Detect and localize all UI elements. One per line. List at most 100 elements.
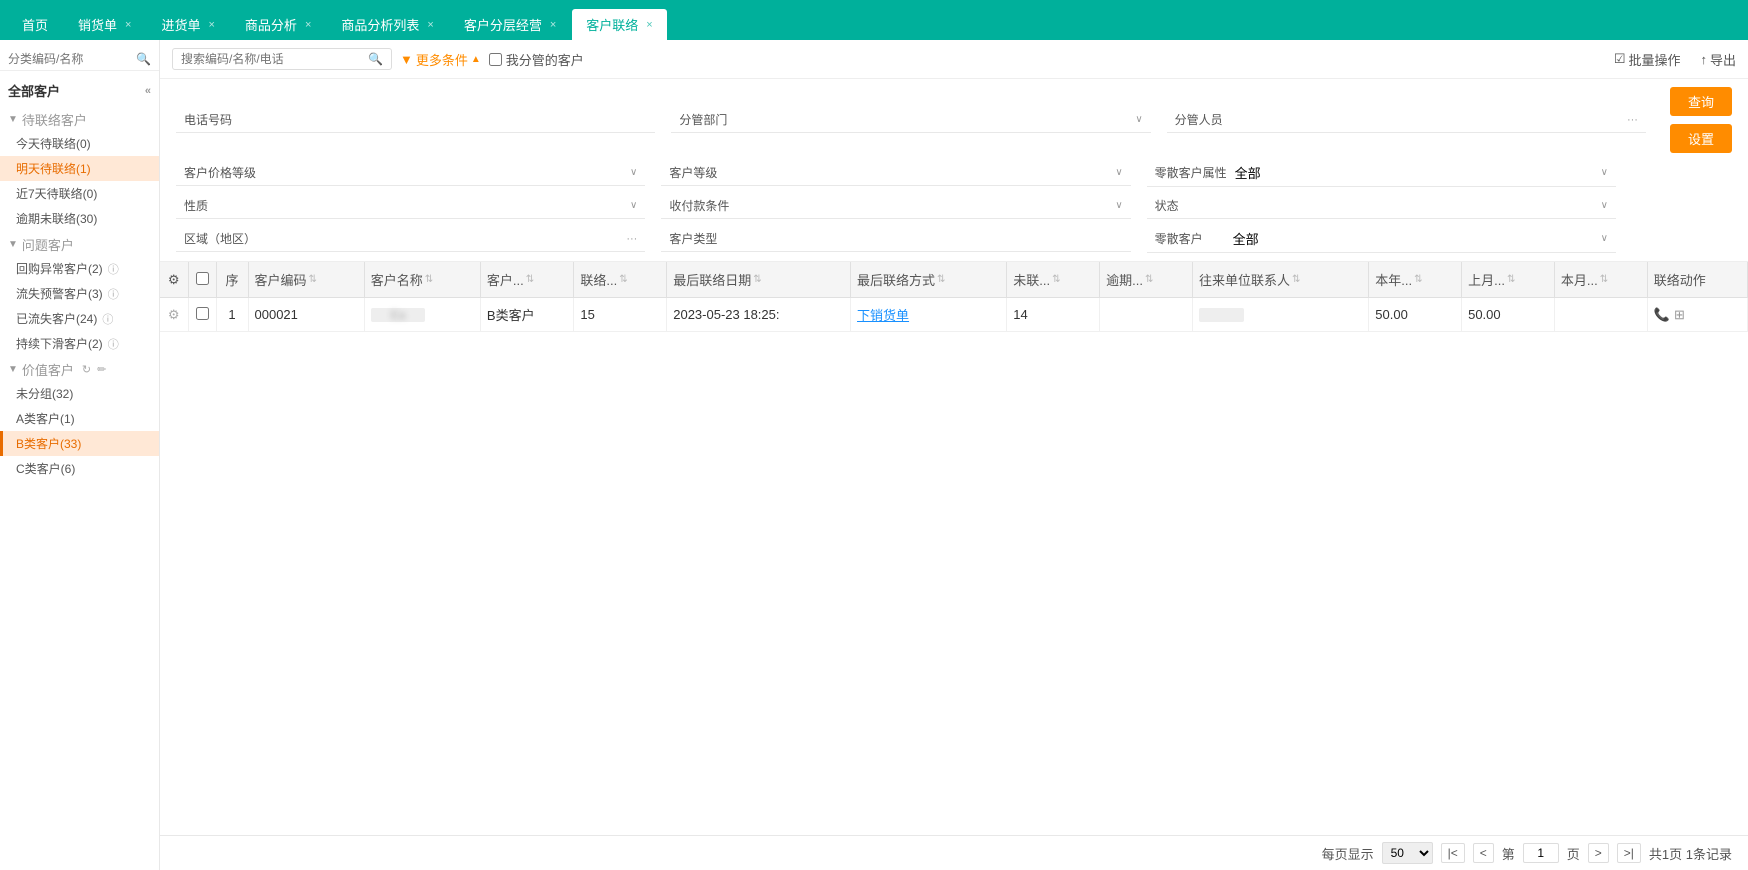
row-gear-0[interactable]: ⚙	[160, 298, 188, 332]
per-page-select[interactable]: 50 100	[1382, 842, 1433, 864]
set-button[interactable]: 设置	[1670, 124, 1732, 153]
sidebar-item-1-3[interactable]: 持续下滑客户(2) ⓘ	[0, 331, 159, 356]
th-last-month[interactable]: 上月...⇅	[1462, 262, 1555, 298]
row-checkbox-0[interactable]	[196, 307, 209, 320]
th-type[interactable]: 客户...⇅	[480, 262, 574, 298]
th-no-label: 序	[225, 273, 238, 288]
customer-type-wrap[interactable]	[747, 232, 1122, 246]
last-method-link-0[interactable]: 下销货单	[857, 308, 909, 323]
status-input[interactable]	[1233, 199, 1597, 213]
status-wrap[interactable]: ∨	[1233, 199, 1608, 213]
nav-item-进货单[interactable]: 进货单×	[147, 9, 228, 40]
th-this-month[interactable]: 本月...⇅	[1554, 262, 1647, 298]
sidebar-item-1-0[interactable]: 回购异常客户(2) ⓘ	[0, 256, 159, 281]
sidebar-search-input[interactable]	[8, 52, 136, 66]
phone-action-icon-0[interactable]: 📞	[1654, 307, 1670, 323]
nature-input[interactable]	[262, 199, 626, 213]
nav-item-首页[interactable]: 首页	[8, 9, 62, 40]
sidebar-item-1-2[interactable]: 已流失客户(24) ⓘ	[0, 306, 159, 331]
payment-input[interactable]	[747, 199, 1111, 213]
sidebar-search-wrap[interactable]: 🔍	[0, 48, 159, 71]
sidebar-item-1-1[interactable]: 流失预警客户(3) ⓘ	[0, 281, 159, 306]
sidebar-item-2-3[interactable]: C类客户(6)	[0, 456, 159, 481]
sidebar-item-0-3[interactable]: 逾期未联络(30)	[0, 206, 159, 231]
sidebar-search-icon[interactable]: 🔍	[136, 52, 151, 66]
query-button[interactable]: 查询	[1670, 87, 1732, 116]
customer-level-input[interactable]	[747, 166, 1111, 180]
close-tab-icon[interactable]: ×	[550, 19, 556, 31]
close-tab-icon[interactable]: ×	[305, 19, 311, 31]
select-all-checkbox[interactable]	[196, 272, 209, 285]
th-gear[interactable]: ⚙	[160, 262, 188, 298]
sidebar-group-label-2[interactable]: ▼价值客户↻✏	[0, 356, 159, 381]
export-button[interactable]: ↑ 导出	[1700, 50, 1736, 69]
th-last-contact-method[interactable]: 最后联络方式⇅	[851, 262, 1007, 298]
retail-customer-wrap[interactable]: 全部 ∨	[1233, 229, 1608, 248]
th-contact[interactable]: 联络...⇅	[574, 262, 667, 298]
row-last-method-0[interactable]: 下销货单	[851, 298, 1007, 332]
last-page-button[interactable]: >|	[1617, 843, 1641, 863]
nav-item-商品分析列表[interactable]: 商品分析列表×	[327, 9, 447, 40]
th-overdue[interactable]: 逾期...⇅	[1100, 262, 1193, 298]
customer-type-input[interactable]	[747, 232, 1122, 246]
refresh-icon[interactable]: ↻	[82, 363, 91, 376]
manager-more[interactable]: ···	[1627, 114, 1638, 126]
nav-item-客户分层经营[interactable]: 客户分层经营×	[450, 9, 570, 40]
close-tab-icon[interactable]: ×	[125, 19, 131, 31]
sidebar-item-0-2[interactable]: 近7天待联络(0)	[0, 181, 159, 206]
prev-page-button[interactable]: <	[1473, 843, 1494, 863]
edit-icon[interactable]: ✏	[97, 363, 106, 376]
all-customers-header[interactable]: 全部客户 «	[0, 75, 159, 106]
dept-select-wrap[interactable]: ∨	[757, 113, 1142, 127]
my-customers-checkbox-wrap[interactable]: 我分管的客户	[489, 50, 584, 69]
customer-value-wrap[interactable]: ∨	[264, 166, 637, 180]
payment-wrap[interactable]: ∨	[747, 199, 1122, 213]
retail-attr-wrap[interactable]: 全部 ∨	[1235, 163, 1608, 182]
page-input[interactable]	[1523, 843, 1559, 863]
nav-item-销货单[interactable]: 销货单×	[64, 9, 145, 40]
nav-item-商品分析[interactable]: 商品分析×	[231, 9, 325, 40]
th-last-contact-date[interactable]: 最后联络日期⇅	[667, 262, 851, 298]
info-icon[interactable]: ⓘ	[105, 339, 119, 351]
info-icon[interactable]: ⓘ	[105, 289, 119, 301]
th-code[interactable]: 客户编码⇅	[248, 262, 364, 298]
th-check[interactable]	[188, 262, 216, 298]
info-icon[interactable]: ⓘ	[99, 314, 113, 326]
sidebar-group-label-1[interactable]: ▼问题客户	[0, 231, 159, 256]
my-customers-checkbox[interactable]	[489, 53, 502, 66]
next-page-button[interactable]: >	[1588, 843, 1609, 863]
sidebar-item-2-2[interactable]: B类客户(33)	[0, 431, 159, 456]
th-unit-contact[interactable]: 往来单位联系人⇅	[1192, 262, 1368, 298]
row-check-0[interactable]	[188, 298, 216, 332]
area-more[interactable]: ···	[626, 233, 637, 245]
first-page-button[interactable]: |<	[1441, 843, 1465, 863]
th-name[interactable]: 客户名称⇅	[364, 262, 480, 298]
th-not-contact[interactable]: 未联...⇅	[1007, 262, 1100, 298]
area-wrap[interactable]: ···	[264, 232, 637, 246]
nature-wrap[interactable]: ∨	[262, 199, 637, 213]
nav-item-客户联络[interactable]: 客户联络×	[572, 9, 666, 40]
search-input-wrap[interactable]: 🔍	[172, 48, 392, 70]
sidebar-item-0-0[interactable]: 今天待联络(0)	[0, 131, 159, 156]
customer-value-input[interactable]	[264, 166, 626, 180]
area-input[interactable]	[264, 232, 626, 246]
search-icon[interactable]: 🔍	[368, 52, 383, 66]
manager-input[interactable]	[1253, 113, 1619, 127]
more-conditions-button[interactable]: ▼ 更多条件 ▲	[400, 50, 481, 69]
close-tab-icon[interactable]: ×	[208, 19, 214, 31]
close-tab-icon[interactable]: ×	[427, 19, 433, 31]
sidebar-item-2-1[interactable]: A类客户(1)	[0, 406, 159, 431]
sidebar-item-2-0[interactable]: 未分组(32)	[0, 381, 159, 406]
customer-level-wrap[interactable]: ∨	[747, 166, 1122, 180]
sort-icon-contact: ⇅	[619, 274, 627, 285]
search-input[interactable]	[181, 52, 368, 66]
phone-input[interactable]	[262, 113, 647, 127]
dept-input[interactable]	[757, 113, 1131, 127]
close-tab-icon[interactable]: ×	[646, 19, 652, 31]
sidebar-item-0-1[interactable]: 明天待联络(1)	[0, 156, 159, 181]
batch-operation-button[interactable]: ☑ 批量操作	[1614, 50, 1681, 69]
sidebar-group-label-0[interactable]: ▼待联络客户	[0, 106, 159, 131]
info-icon[interactable]: ⓘ	[105, 264, 119, 276]
th-this-year[interactable]: 本年...⇅	[1369, 262, 1462, 298]
grid-action-icon-0[interactable]: ⊞	[1674, 307, 1685, 323]
